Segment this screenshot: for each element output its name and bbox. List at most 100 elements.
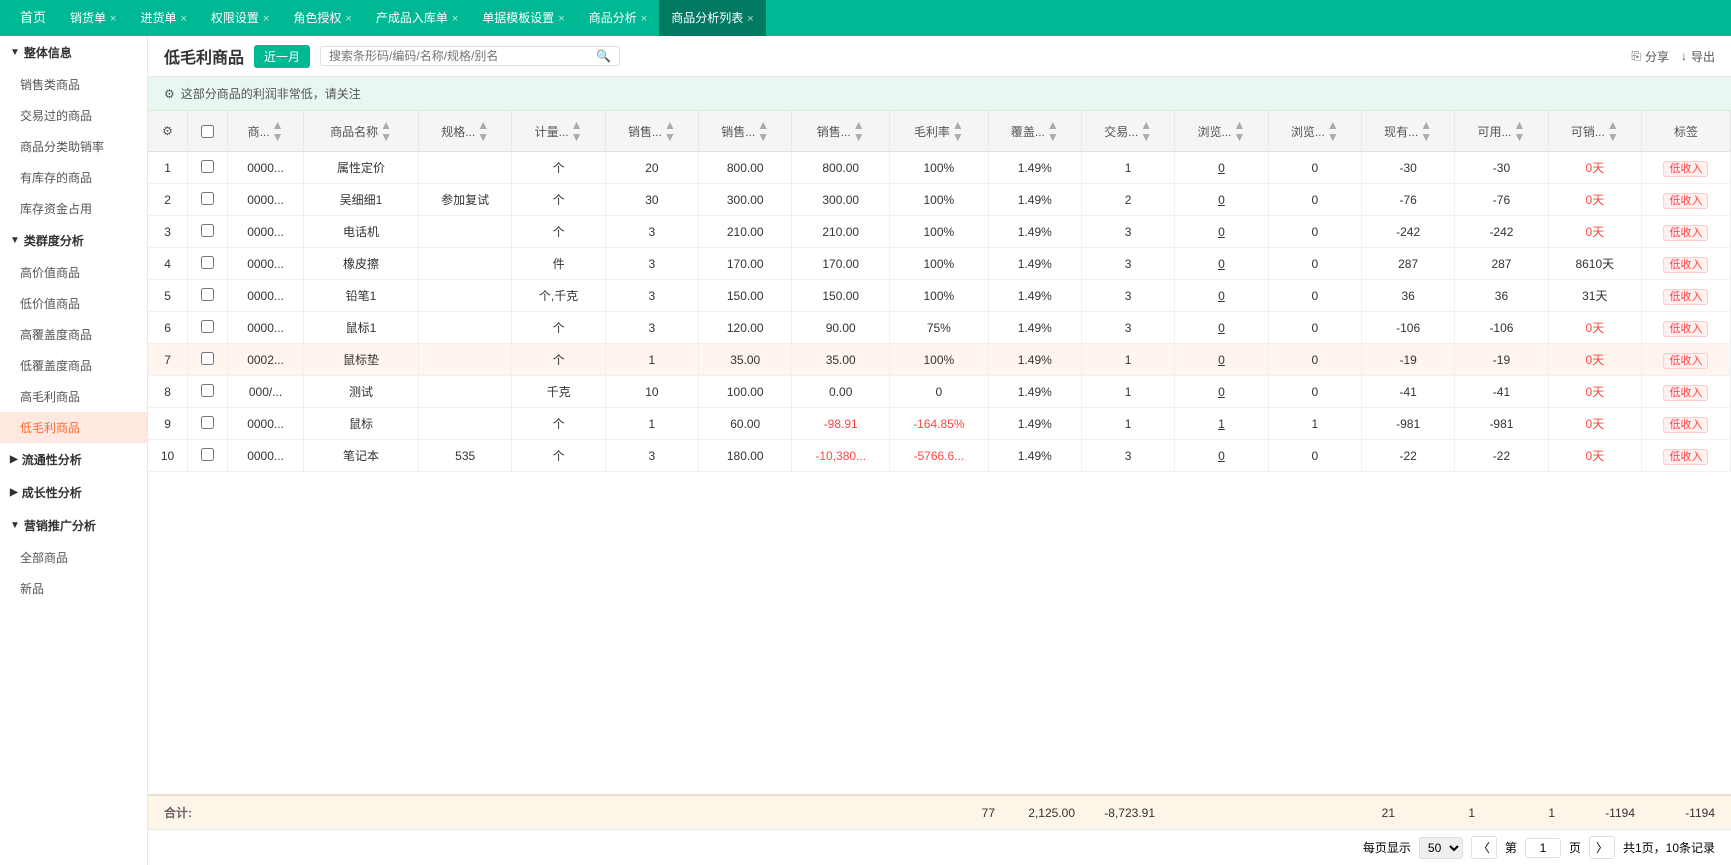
table-row[interactable]: 8 000/... 测试 千克 10 100.00 0.00 0 1.49% 1… bbox=[148, 376, 1731, 408]
export-button[interactable]: ↓ 导出 bbox=[1681, 48, 1715, 65]
sidebar-group-marketing[interactable]: ▼ 营销推广分析 bbox=[0, 509, 147, 542]
row-sale-count: 3 bbox=[605, 248, 698, 280]
row-browse1[interactable]: 0 bbox=[1175, 312, 1268, 344]
col-trade[interactable]: 交易...▲▼ bbox=[1081, 111, 1174, 152]
row-select-checkbox[interactable] bbox=[201, 384, 214, 397]
date-filter-button[interactable]: 近一月 bbox=[254, 45, 310, 68]
sidebar-item-stock-goods[interactable]: 有库存的商品 bbox=[0, 162, 147, 193]
per-page-select[interactable]: 50 bbox=[1419, 837, 1463, 859]
row-tag: 低收入 bbox=[1641, 376, 1730, 408]
next-page-button[interactable]: 〉 bbox=[1589, 836, 1615, 859]
sidebar-item-stock-capital[interactable]: 库存资金占用 bbox=[0, 193, 147, 224]
row-browse1[interactable]: 0 bbox=[1175, 344, 1268, 376]
row-checkbox[interactable] bbox=[188, 312, 228, 344]
sidebar-item-sales-goods[interactable]: 销售类商品 bbox=[0, 69, 147, 100]
row-browse1[interactable]: 0 bbox=[1175, 440, 1268, 472]
row-checkbox[interactable] bbox=[188, 248, 228, 280]
table-row[interactable]: 10 0000... 笔记本 535 个 3 180.00 -10,380...… bbox=[148, 440, 1731, 472]
row-checkbox[interactable] bbox=[188, 376, 228, 408]
row-select-checkbox[interactable] bbox=[201, 352, 214, 365]
col-name[interactable]: 商品名称▲▼ bbox=[304, 111, 419, 152]
col-settings[interactable]: ⚙ bbox=[148, 111, 188, 152]
sidebar-item-new-goods[interactable]: 新品 bbox=[0, 573, 147, 604]
sidebar-group-liquidity[interactable]: ▶ 流通性分析 bbox=[0, 443, 147, 476]
nav-sales[interactable]: 销货单× bbox=[58, 0, 128, 36]
col-spec[interactable]: 规格...▲▼ bbox=[418, 111, 512, 152]
nav-permission[interactable]: 权限设置× bbox=[199, 0, 281, 36]
col-coverage[interactable]: 覆盖...▲▼ bbox=[988, 111, 1081, 152]
row-checkbox[interactable] bbox=[188, 280, 228, 312]
row-browse1[interactable]: 0 bbox=[1175, 376, 1268, 408]
page-input[interactable] bbox=[1525, 838, 1561, 858]
sidebar-group-growth[interactable]: ▶ 成长性分析 bbox=[0, 476, 147, 509]
row-checkbox[interactable] bbox=[188, 440, 228, 472]
col-browse1[interactable]: 浏览...▲▼ bbox=[1175, 111, 1268, 152]
row-browse1[interactable]: 1 bbox=[1175, 408, 1268, 440]
row-checkbox[interactable] bbox=[188, 216, 228, 248]
row-select-checkbox[interactable] bbox=[201, 192, 214, 205]
sidebar-item-high-value[interactable]: 高价值商品 bbox=[0, 257, 147, 288]
row-code: 0000... bbox=[227, 408, 303, 440]
col-current[interactable]: 现有...▲▼ bbox=[1361, 111, 1454, 152]
col-margin[interactable]: 毛利率▲▼ bbox=[890, 111, 989, 152]
table-row[interactable]: 2 0000... 吴细细1 参加复试 个 30 300.00 300.00 1… bbox=[148, 184, 1731, 216]
sidebar-item-traded-goods[interactable]: 交易过的商品 bbox=[0, 100, 147, 131]
sidebar-item-all-goods[interactable]: 全部商品 bbox=[0, 542, 147, 573]
row-select-checkbox[interactable] bbox=[201, 288, 214, 301]
nav-product-entry[interactable]: 产成品入库单× bbox=[364, 0, 470, 36]
table-row[interactable]: 1 0000... 属性定价 个 20 800.00 800.00 100% 1… bbox=[148, 152, 1731, 184]
table-row[interactable]: 9 0000... 鼠标 个 1 60.00 -98.91 -164.85% 1… bbox=[148, 408, 1731, 440]
search-input[interactable] bbox=[329, 49, 592, 63]
col-available[interactable]: 可用...▲▼ bbox=[1455, 111, 1548, 152]
row-browse1[interactable]: 0 bbox=[1175, 280, 1268, 312]
sidebar-item-high-margin[interactable]: 高毛利商品 bbox=[0, 381, 147, 412]
row-select-checkbox[interactable] bbox=[201, 160, 214, 173]
row-sale-price: 180.00 bbox=[699, 440, 792, 472]
prev-page-button[interactable]: 〈 bbox=[1471, 836, 1497, 859]
table-row[interactable]: 4 0000... 橡皮擦 件 3 170.00 170.00 100% 1.4… bbox=[148, 248, 1731, 280]
row-saleable: 0天 bbox=[1548, 344, 1641, 376]
col-sale-price[interactable]: 销售...▲▼ bbox=[699, 111, 792, 152]
sidebar-item-low-margin[interactable]: 低毛利商品 bbox=[0, 412, 147, 443]
row-checkbox[interactable] bbox=[188, 184, 228, 216]
share-button[interactable]: ⎘ 分享 bbox=[1631, 48, 1669, 65]
sidebar-group-cluster[interactable]: ▼ 类群度分析 bbox=[0, 224, 147, 257]
sidebar-item-low-value[interactable]: 低价值商品 bbox=[0, 288, 147, 319]
table-row[interactable]: 7 0002... 鼠标垫 个 1 35.00 35.00 100% 1.49%… bbox=[148, 344, 1731, 376]
nav-role[interactable]: 角色授权× bbox=[281, 0, 363, 36]
row-checkbox[interactable] bbox=[188, 344, 228, 376]
table-row[interactable]: 6 0000... 鼠标1 个 3 120.00 90.00 75% 1.49%… bbox=[148, 312, 1731, 344]
col-sale-count[interactable]: 销售...▲▼ bbox=[605, 111, 698, 152]
row-spec bbox=[418, 408, 512, 440]
row-select-checkbox[interactable] bbox=[201, 448, 214, 461]
row-select-checkbox[interactable] bbox=[201, 224, 214, 237]
col-code[interactable]: 商...▲▼ bbox=[227, 111, 303, 152]
row-checkbox[interactable] bbox=[188, 152, 228, 184]
row-browse1[interactable]: 0 bbox=[1175, 152, 1268, 184]
col-tag[interactable]: 标签 bbox=[1641, 111, 1730, 152]
nav-template[interactable]: 单据模板设置× bbox=[470, 0, 576, 36]
col-unit[interactable]: 计量...▲▼ bbox=[512, 111, 605, 152]
sidebar-item-high-coverage[interactable]: 高覆盖度商品 bbox=[0, 319, 147, 350]
col-sale-amount[interactable]: 销售...▲▼ bbox=[792, 111, 890, 152]
row-checkbox[interactable] bbox=[188, 408, 228, 440]
row-browse1[interactable]: 0 bbox=[1175, 216, 1268, 248]
row-select-checkbox[interactable] bbox=[201, 256, 214, 269]
nav-product-analysis[interactable]: 商品分析× bbox=[577, 0, 659, 36]
select-all-checkbox[interactable] bbox=[201, 125, 214, 138]
table-row[interactable]: 5 0000... 铅笔1 个,千克 3 150.00 150.00 100% … bbox=[148, 280, 1731, 312]
table-row[interactable]: 3 0000... 电话机 个 3 210.00 210.00 100% 1.4… bbox=[148, 216, 1731, 248]
sidebar-item-category-rate[interactable]: 商品分类助销率 bbox=[0, 131, 147, 162]
row-select-checkbox[interactable] bbox=[201, 416, 214, 429]
sidebar-item-low-coverage[interactable]: 低覆盖度商品 bbox=[0, 350, 147, 381]
nav-purchase[interactable]: 进货单× bbox=[128, 0, 198, 36]
row-browse1[interactable]: 0 bbox=[1175, 248, 1268, 280]
row-browse1[interactable]: 0 bbox=[1175, 184, 1268, 216]
col-browse2[interactable]: 浏览...▲▼ bbox=[1268, 111, 1361, 152]
nav-product-analysis-list[interactable]: 商品分析列表× bbox=[659, 0, 765, 36]
col-checkbox[interactable] bbox=[188, 111, 228, 152]
sidebar-group-overview[interactable]: ▼ 整体信息 bbox=[0, 36, 147, 69]
col-saleable[interactable]: 可销...▲▼ bbox=[1548, 111, 1641, 152]
row-select-checkbox[interactable] bbox=[201, 320, 214, 333]
nav-home[interactable]: 首页 bbox=[8, 0, 58, 36]
